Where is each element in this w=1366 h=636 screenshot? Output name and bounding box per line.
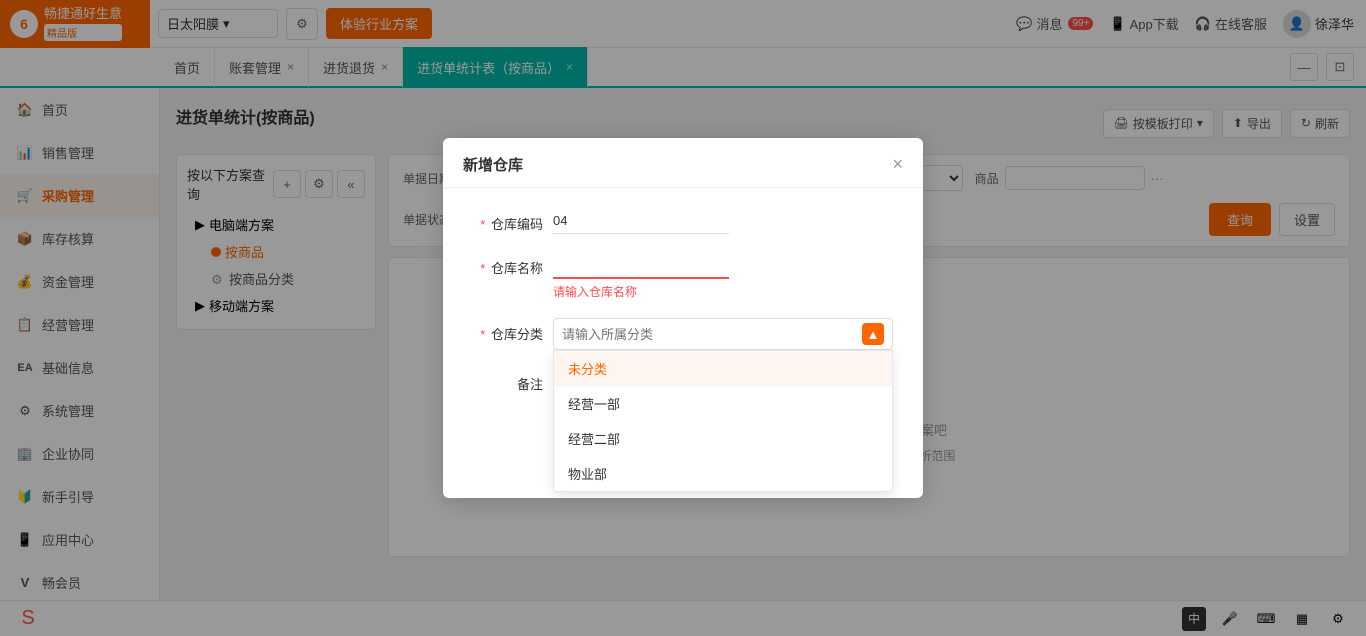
modal-close-button[interactable]: ×	[892, 154, 903, 175]
warehouse-code-row: * 仓库编码	[473, 208, 893, 234]
category-wrapper: ▲ 未分类 经营一部 经营二部 物业部	[553, 318, 893, 350]
warehouse-name-error: 请输入仓库名称	[553, 283, 893, 300]
new-warehouse-modal: 新增仓库 × * 仓库编码 * 仓库名称	[443, 138, 923, 498]
warehouse-code-label: * 仓库编码	[473, 208, 553, 233]
dropdown-item-3[interactable]: 物业部	[554, 456, 892, 491]
modal-header: 新增仓库 ×	[443, 138, 923, 188]
warehouse-code-wrapper	[553, 208, 893, 234]
warehouse-name-input[interactable]	[553, 252, 729, 279]
warehouse-name-row: * 仓库名称 请输入仓库名称	[473, 252, 893, 300]
warehouse-notes-label: 备注	[473, 368, 553, 393]
dropdown-item-1[interactable]: 经营一部	[554, 386, 892, 421]
category-input[interactable]	[562, 327, 862, 342]
modal-title: 新增仓库	[463, 154, 523, 175]
category-dropdown-list: 未分类 经营一部 经营二部 物业部	[553, 350, 893, 492]
category-input-row: ▲	[553, 318, 893, 350]
warehouse-name-label: * 仓库名称	[473, 252, 553, 277]
warehouse-category-row: * 仓库分类 ▲ 未分类 经营一部 经营二部 物业部	[473, 318, 893, 350]
warehouse-code-input[interactable]	[553, 208, 729, 234]
category-dropdown-toggle[interactable]: ▲	[862, 323, 884, 345]
modal-body: * 仓库编码 * 仓库名称 请输入仓库名称	[443, 188, 923, 432]
warehouse-name-wrapper: 请输入仓库名称	[553, 252, 893, 300]
modal-overlay[interactable]: 新增仓库 × * 仓库编码 * 仓库名称	[0, 0, 1366, 636]
dropdown-item-2[interactable]: 经营二部	[554, 421, 892, 456]
dropdown-item-0[interactable]: 未分类	[554, 351, 892, 386]
warehouse-category-label: * 仓库分类	[473, 318, 553, 343]
